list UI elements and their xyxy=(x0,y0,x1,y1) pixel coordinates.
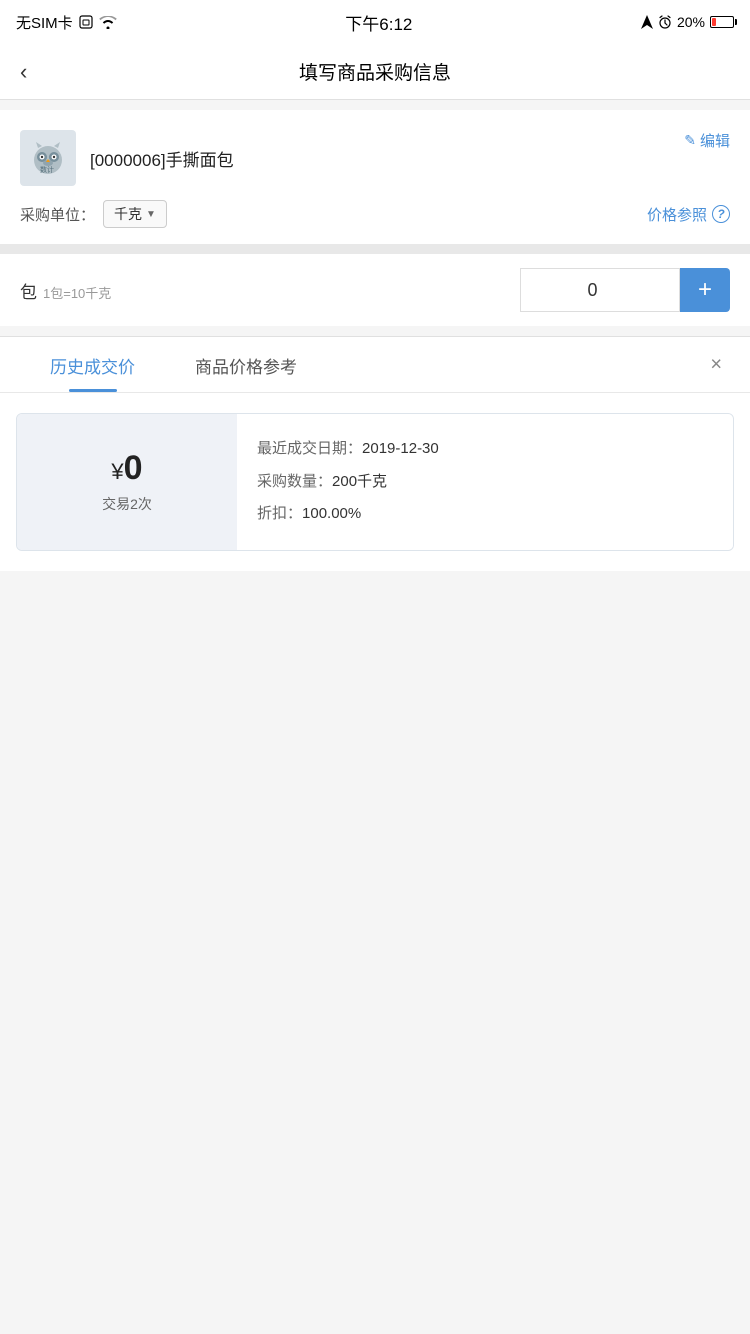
carrier-text: 无SIM卡 xyxy=(16,12,73,33)
price-card: ¥0 交易2次 最近成交日期：2019-12-30 采购数量：200千克 折扣：… xyxy=(16,413,734,551)
quantity-unit: 包 xyxy=(20,278,37,303)
quantity-input-area: + xyxy=(520,268,730,312)
recent-date-value: 2019-12-30 xyxy=(362,440,439,457)
tab-price-ref-label: 商品价格参考 xyxy=(195,358,297,377)
status-time: 下午6:12 xyxy=(345,10,412,35)
price-ref-info-icon: ? xyxy=(712,205,730,223)
edit-label: 编辑 xyxy=(700,130,730,151)
product-header: 数计 [0000006]手撕面包 ✎ 编辑 xyxy=(20,130,730,186)
section-divider xyxy=(0,244,750,254)
recent-date-label: 最近成交日期： xyxy=(257,440,362,457)
price-card-left: ¥0 交易2次 xyxy=(17,414,237,550)
product-card: 数计 [0000006]手撕面包 ✎ 编辑 采购单位： 千克 ▼ 价格参照 ? xyxy=(0,110,750,244)
quantity-sub-unit: 1包=10千克 xyxy=(43,283,111,302)
quantity-plus-button[interactable]: + xyxy=(680,268,730,312)
back-button[interactable]: ‹ xyxy=(12,51,35,93)
tab-history-price[interactable]: 历史成交价 xyxy=(20,337,165,392)
status-left: 无SIM卡 xyxy=(16,12,117,33)
tab-history-label: 历史成交价 xyxy=(50,358,135,377)
quantity-label: 包 1包=10千克 xyxy=(20,278,111,303)
purchase-qty-row: 采购数量：200千克 xyxy=(257,471,713,494)
price-ref-button[interactable]: 价格参照 ? xyxy=(647,204,730,225)
status-right: 20% xyxy=(641,14,734,30)
unit-label: 采购单位： 千克 ▼ xyxy=(20,200,167,228)
price-card-right: 最近成交日期：2019-12-30 采购数量：200千克 折扣：100.00% xyxy=(237,414,733,550)
unit-select[interactable]: 千克 ▼ xyxy=(103,200,167,228)
product-name: [0000006]手撕面包 xyxy=(90,146,234,171)
product-left: 数计 [0000006]手撕面包 xyxy=(20,130,234,186)
nav-bar: ‹ 填写商品采购信息 xyxy=(0,44,750,100)
price-card-area: ¥0 交易2次 最近成交日期：2019-12-30 采购数量：200千克 折扣：… xyxy=(0,393,750,571)
quantity-row: 包 1包=10千克 + xyxy=(0,254,750,326)
currency-symbol: ¥ xyxy=(111,459,123,484)
battery-percent: 20% xyxy=(677,14,705,30)
product-unit-row: 采购单位： 千克 ▼ 价格参照 ? xyxy=(20,200,730,228)
wifi-icon xyxy=(99,16,117,29)
product-thumbnail: 数计 xyxy=(20,130,76,186)
status-bar: 无SIM卡 下午6:12 20% xyxy=(0,0,750,44)
purchase-qty-label: 采购数量： xyxy=(257,473,332,490)
tab-product-price-ref[interactable]: 商品价格参考 xyxy=(165,337,327,392)
svg-text:数计: 数计 xyxy=(40,165,54,174)
location-icon xyxy=(641,15,653,29)
price-trades: 交易2次 xyxy=(102,494,152,514)
unit-value: 千克 xyxy=(114,204,142,224)
tab-close-button[interactable]: × xyxy=(702,345,730,384)
bottom-panel: 历史成交价 商品价格参考 × ¥0 交易2次 最近成交日期：2019-12-30… xyxy=(0,336,750,571)
page-title: 填写商品采购信息 xyxy=(299,58,451,85)
owl-logo: 数计 xyxy=(28,138,68,178)
unit-label-text: 采购单位： xyxy=(20,204,95,225)
sim-icon xyxy=(79,15,93,29)
edit-button[interactable]: ✎ 编辑 xyxy=(684,130,730,151)
price-ref-label: 价格参照 xyxy=(647,204,707,225)
price-value: ¥0 xyxy=(111,449,142,488)
purchase-qty-value: 200千克 xyxy=(332,473,387,490)
dropdown-arrow-icon: ▼ xyxy=(146,209,156,220)
battery-icon xyxy=(710,16,734,28)
page-background xyxy=(0,571,750,1171)
tab-row: 历史成交价 商品价格参考 × xyxy=(0,337,750,393)
discount-value: 100.00% xyxy=(302,505,361,522)
discount-row: 折扣：100.00% xyxy=(257,503,713,526)
recent-date-row: 最近成交日期：2019-12-30 xyxy=(257,438,713,461)
discount-label: 折扣： xyxy=(257,505,302,522)
edit-icon: ✎ xyxy=(684,132,696,149)
alarm-icon xyxy=(658,15,672,29)
quantity-input[interactable] xyxy=(520,268,680,312)
